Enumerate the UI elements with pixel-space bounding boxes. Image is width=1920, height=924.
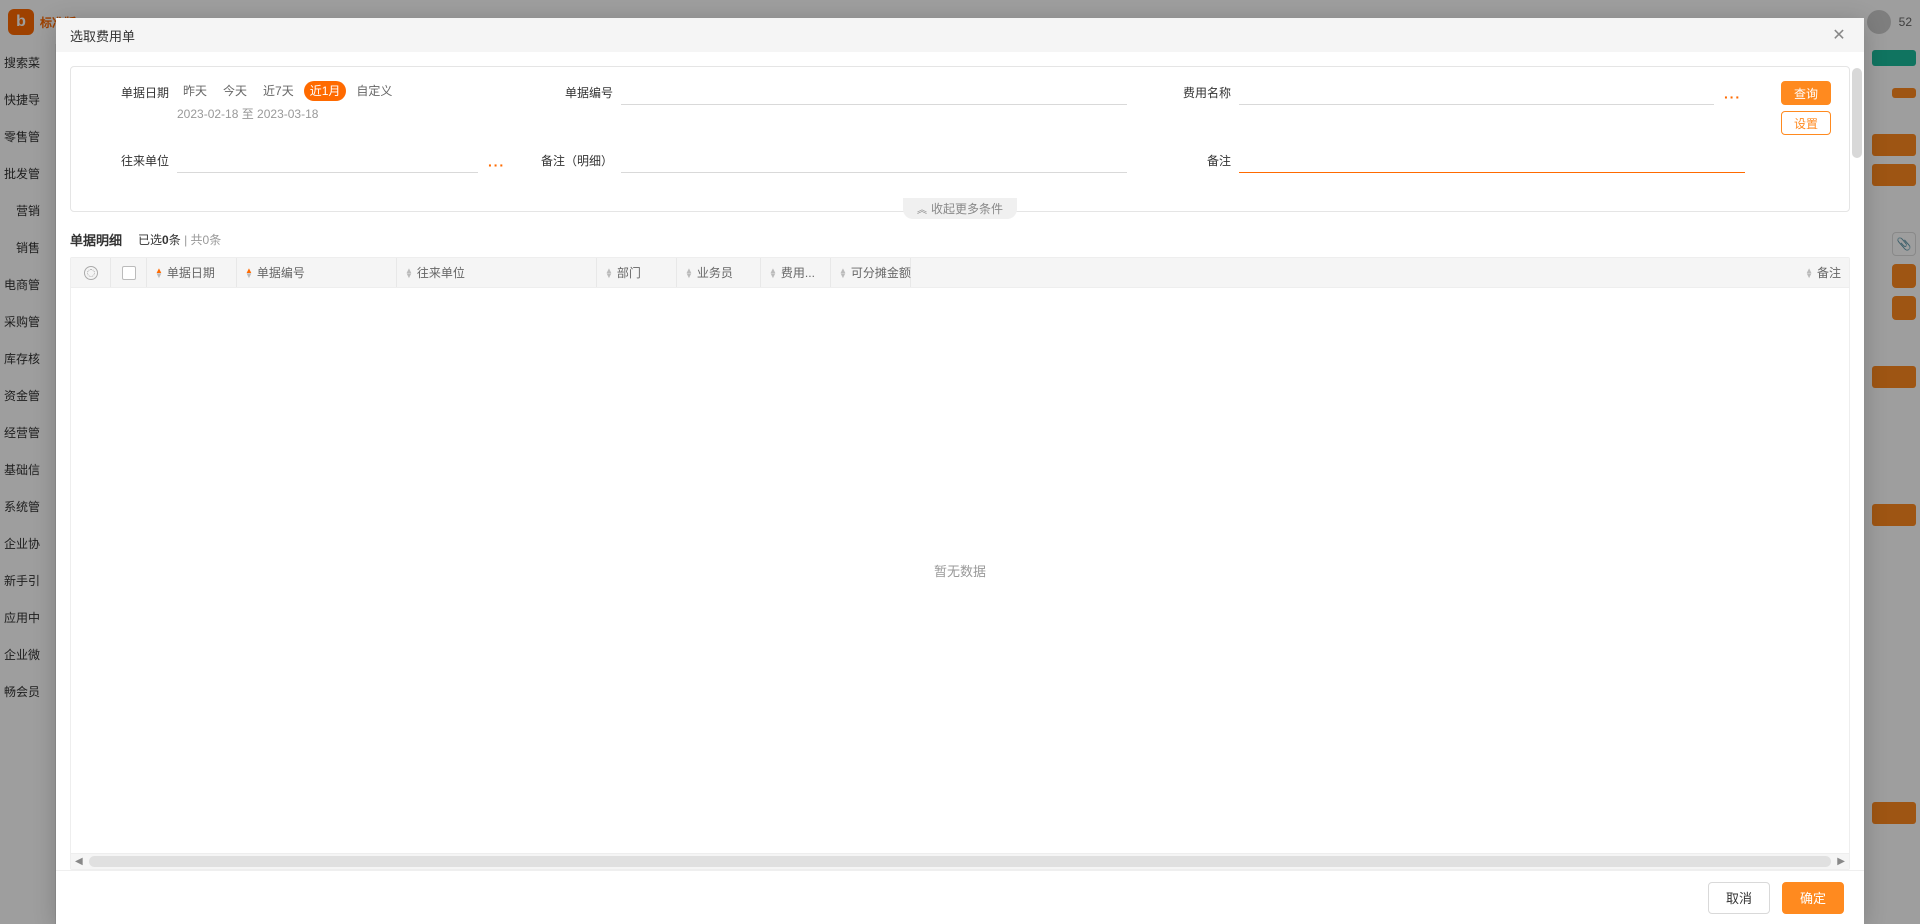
date-chip-custom[interactable]: 自定义 (350, 81, 398, 101)
col-doc-no[interactable]: 单据编号 (237, 258, 397, 287)
column-settings-button[interactable] (71, 258, 111, 287)
settings-button[interactable]: 设置 (1781, 111, 1831, 135)
collapse-filters-button[interactable]: ︽ 收起更多条件 (903, 198, 1017, 219)
horizontal-scrollbar[interactable] (71, 853, 1849, 869)
input-fee-name[interactable] (1239, 81, 1714, 105)
collapse-label: 收起更多条件 (931, 200, 1003, 217)
date-range-text: 2023-02-18 至 2023-03-18 (177, 105, 398, 122)
modal-select-expense: 选取费用单 ✕ 单据日期 昨天 今天 近7天 近1月 自定义 (56, 18, 1864, 924)
label-fee-name: 费用名称 (1151, 81, 1231, 105)
filter-card: 单据日期 昨天 今天 近7天 近1月 自定义 2023-02-18 至 2023… (70, 66, 1850, 212)
table-empty: 暂无数据 (71, 288, 1849, 853)
selection-count: 已选0条 | 共0条 (138, 231, 221, 248)
label-remark-detail: 备注（明细） (533, 149, 613, 173)
col-doc-date[interactable]: 单据日期 (147, 258, 237, 287)
col-partner[interactable]: 往来单位 (397, 258, 597, 287)
col-remark[interactable]: 备注 (911, 258, 1849, 287)
col-alloc-amount[interactable]: 可分摊金额 (831, 258, 911, 287)
close-icon[interactable]: ✕ (1828, 24, 1850, 46)
partner-more-icon[interactable]: ··· (484, 157, 509, 173)
input-remark-detail[interactable] (621, 149, 1127, 173)
select-all-checkbox[interactable] (111, 258, 147, 287)
query-button[interactable]: 查询 (1781, 81, 1831, 105)
confirm-button[interactable]: 确定 (1782, 882, 1844, 914)
label-doc-no: 单据编号 (533, 81, 613, 105)
date-chip-last7[interactable]: 近7天 (257, 81, 300, 101)
tab-detail[interactable]: 单据明细 (70, 230, 122, 249)
gear-icon (84, 266, 98, 280)
date-chip-today[interactable]: 今天 (217, 81, 253, 101)
fee-name-more-icon[interactable]: ··· (1720, 89, 1745, 105)
col-fee[interactable]: 费用... (761, 258, 831, 287)
chevron-up-icon: ︽ (917, 201, 927, 216)
table: 单据日期 单据编号 往来单位 部门 业务员 费用... 可分摊金额 备注 暂无数… (70, 257, 1850, 870)
date-chip-yesterday[interactable]: 昨天 (177, 81, 213, 101)
input-remark[interactable] (1239, 149, 1745, 173)
input-doc-no[interactable] (621, 81, 1127, 105)
label-doc-date: 单据日期 (89, 81, 169, 105)
table-header: 单据日期 单据编号 往来单位 部门 业务员 费用... 可分摊金额 备注 (71, 258, 1849, 288)
input-partner[interactable] (177, 149, 478, 173)
label-remark: 备注 (1151, 149, 1231, 173)
date-chip-last1m[interactable]: 近1月 (304, 81, 347, 101)
vertical-scrollbar[interactable] (1852, 68, 1862, 810)
col-dept[interactable]: 部门 (597, 258, 677, 287)
cancel-button[interactable]: 取消 (1708, 882, 1770, 914)
col-salesperson[interactable]: 业务员 (677, 258, 761, 287)
modal-title: 选取费用单 (70, 26, 135, 45)
label-partner: 往来单位 (89, 149, 169, 173)
